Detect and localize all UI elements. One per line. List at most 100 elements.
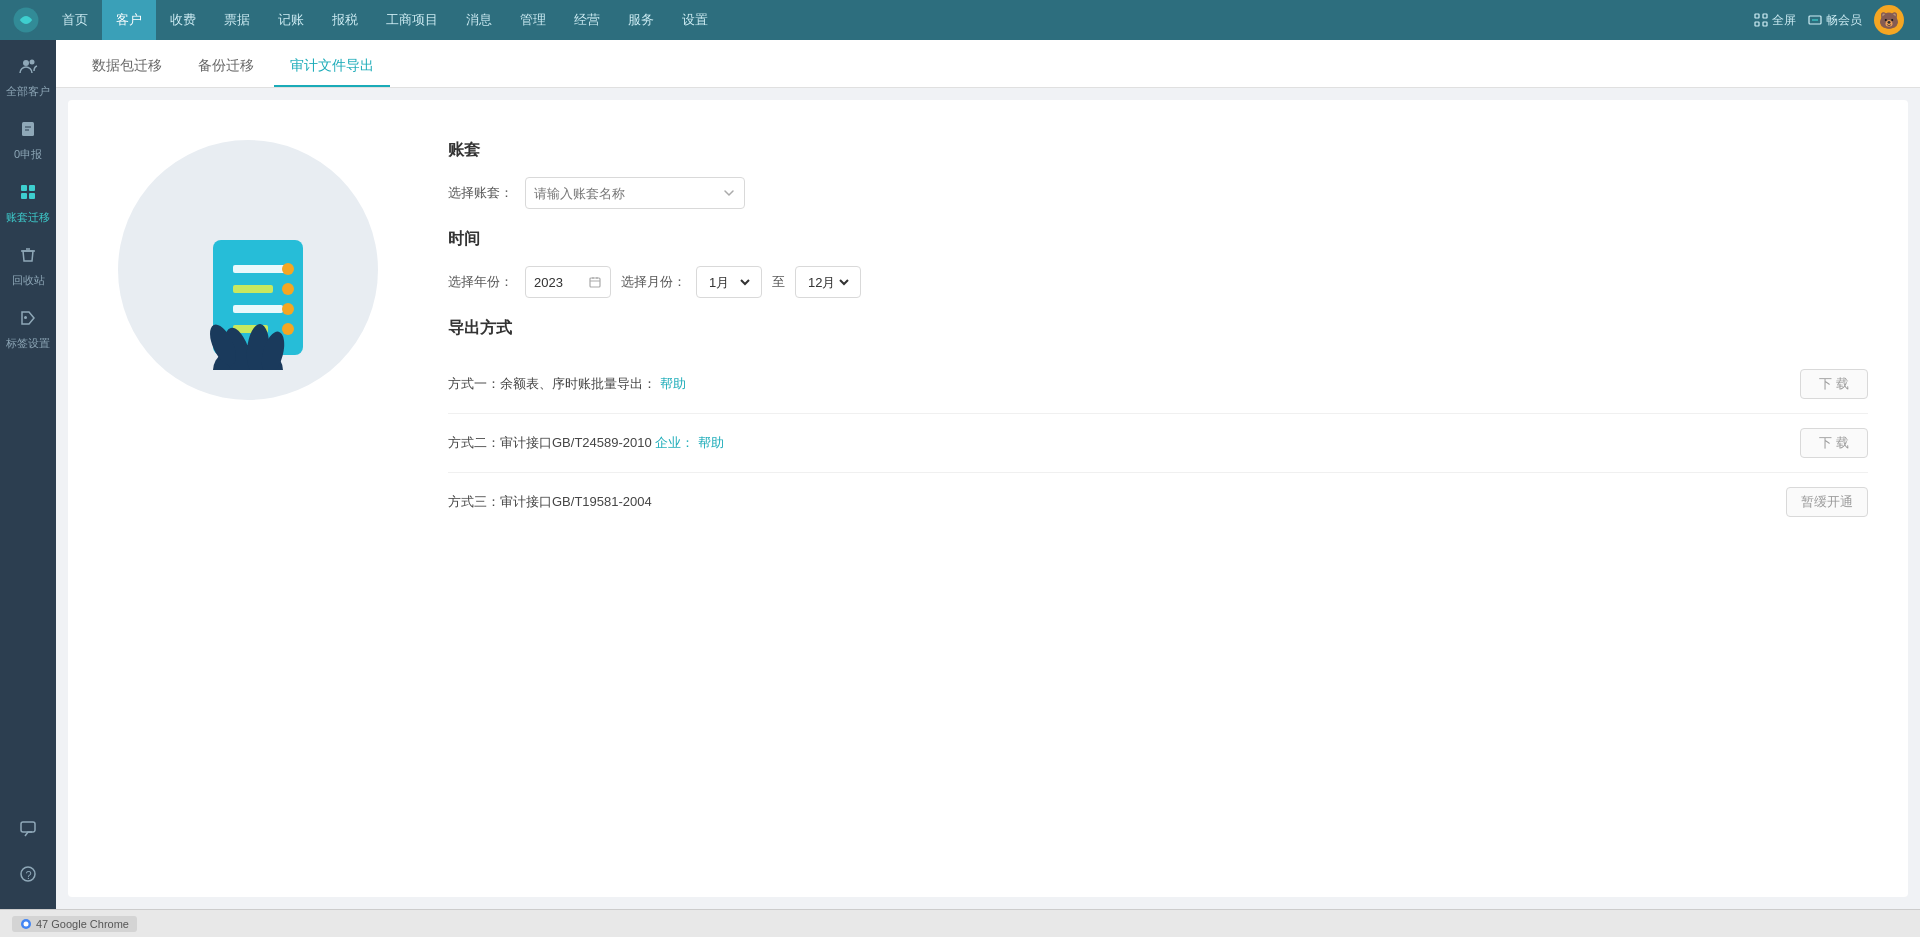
sidebar-label-all-clients: 全部客户	[6, 84, 50, 99]
method2-label: 方式二：审计接口GB/T24589-2010 企业： 帮助	[448, 434, 724, 452]
sidebar-help[interactable]: ?	[0, 856, 56, 897]
sidebar-label-account-migrate: 账套迁移	[6, 210, 50, 225]
method1-label: 方式一：余额表、序时账批量导出： 帮助	[448, 375, 686, 393]
svg-rect-8	[22, 122, 34, 136]
taskbar-chrome[interactable]: 47 Google Chrome	[12, 916, 137, 932]
svg-rect-2	[1763, 14, 1767, 18]
nav-home[interactable]: 首页	[48, 0, 102, 40]
tab-data-migrate[interactable]: 数据包迁移	[76, 45, 178, 87]
time-section-title: 时间	[448, 229, 1868, 250]
sidebar-item-account-migrate[interactable]: 账套迁移	[0, 174, 56, 233]
top-nav: 首页 客户 收费 票据 记账 报税 工商项目 消息 管理 经营 服务 设置 全屏…	[0, 0, 1920, 40]
nav-service[interactable]: 服务	[614, 0, 668, 40]
account-input[interactable]	[534, 186, 722, 201]
start-month-select[interactable]: 1月2月3月4月 5月6月7月8月 9月10月11月12月	[696, 266, 762, 298]
account-row: 选择账套：	[448, 177, 1868, 209]
svg-point-7	[30, 60, 35, 65]
sidebar-chat[interactable]	[0, 811, 56, 852]
app-logo	[8, 2, 44, 38]
sidebar-label-zero-declare: 0申报	[14, 147, 42, 162]
nav-message[interactable]: 消息	[452, 0, 506, 40]
svg-rect-10	[29, 185, 35, 191]
tab-audit-export[interactable]: 审计文件导出	[274, 45, 390, 87]
nav-billing[interactable]: 收费	[156, 0, 210, 40]
svg-point-25	[282, 323, 294, 335]
to-text: 至	[772, 273, 785, 291]
clients-icon	[18, 56, 38, 81]
main-container: 账套 选择账套： 时间 选择年份：	[108, 130, 1868, 531]
bottom-bar: 47 Google Chrome	[0, 909, 1920, 937]
export-method-1: 方式一：余额表、序时账批量导出： 帮助 下 载	[448, 355, 1868, 414]
method3-open-btn[interactable]: 暂缓开通	[1786, 487, 1868, 517]
svg-rect-14	[21, 822, 35, 832]
svg-rect-11	[21, 193, 27, 199]
nav-operation[interactable]: 经营	[560, 0, 614, 40]
method2-enterprise: 企业：	[655, 435, 694, 450]
time-controls: 选择月份： 1月2月3月4月 5月6月7月8月 9月10月11月12月 至	[525, 266, 861, 298]
account-section-title: 账套	[448, 140, 1868, 161]
sidebar-item-tag-settings[interactable]: 标签设置	[0, 300, 56, 359]
export-section: 方式一：余额表、序时账批量导出： 帮助 下 载 方式二：审计接口GB/T2458…	[448, 355, 1868, 531]
year-input[interactable]	[534, 275, 584, 290]
chevron-down-icon	[722, 186, 736, 200]
nav-tax[interactable]: 报税	[318, 0, 372, 40]
svg-rect-9	[21, 185, 27, 191]
recycle-icon	[18, 245, 38, 270]
main-layout: 全部客户 0申报 账套迁移	[0, 40, 1920, 909]
export-section-title: 导出方式	[448, 318, 1868, 339]
tag-icon	[18, 308, 38, 333]
end-month-dropdown[interactable]: 1月2月3月4月 5月6月7月8月 9月10月11月12月	[804, 274, 852, 291]
member-btn[interactable]: 畅会员	[1808, 12, 1862, 29]
form-area: 账套 选择账套： 时间 选择年份：	[448, 130, 1868, 531]
content-area: 数据包迁移 备份迁移 审计文件导出	[56, 40, 1920, 909]
svg-point-24	[282, 303, 294, 315]
method2-download-btn[interactable]: 下 载	[1800, 428, 1868, 458]
top-nav-right: 全屏 畅会员 🐻	[1754, 5, 1920, 35]
nav-client[interactable]: 客户	[102, 0, 156, 40]
tab-bar: 数据包迁移 备份迁移 审计文件导出	[56, 40, 1920, 88]
end-month-select[interactable]: 1月2月3月4月 5月6月7月8月 9月10月11月12月	[795, 266, 861, 298]
chat-icon	[18, 819, 38, 844]
svg-point-23	[282, 283, 294, 295]
sidebar-item-all-clients[interactable]: 全部客户	[0, 48, 56, 107]
fullscreen-btn[interactable]: 全屏	[1754, 12, 1796, 29]
svg-rect-18	[233, 265, 288, 273]
svg-point-13	[24, 316, 27, 319]
export-method-3: 方式三：审计接口GB/T19581-2004 暂缓开通	[448, 473, 1868, 531]
method1-download-btn[interactable]: 下 载	[1800, 369, 1868, 399]
start-month-dropdown[interactable]: 1月2月3月4月 5月6月7月8月 9月10月11月12月	[705, 274, 753, 291]
page-content: 账套 选择账套： 时间 选择年份：	[68, 100, 1908, 897]
svg-rect-12	[29, 193, 35, 199]
account-input-wrap[interactable]	[525, 177, 745, 209]
nav-invoice[interactable]: 票据	[210, 0, 264, 40]
method2-help-link[interactable]: 帮助	[698, 435, 724, 450]
svg-rect-3	[1755, 22, 1759, 26]
svg-rect-1	[1755, 14, 1759, 18]
avatar[interactable]: 🐻	[1874, 5, 1904, 35]
svg-point-22	[282, 263, 294, 275]
nav-business[interactable]: 工商项目	[372, 0, 452, 40]
sidebar-item-zero-declare[interactable]: 0申报	[0, 111, 56, 170]
illustration-circle	[118, 140, 378, 400]
nav-manage[interactable]: 管理	[506, 0, 560, 40]
help-icon: ?	[18, 864, 38, 889]
month-label: 选择月份：	[621, 273, 686, 291]
svg-point-33	[24, 921, 29, 926]
sidebar: 全部客户 0申报 账套迁移	[0, 40, 56, 909]
calendar-icon	[588, 275, 602, 289]
nav-settings[interactable]: 设置	[668, 0, 722, 40]
migrate-icon	[18, 182, 38, 207]
method1-help-link[interactable]: 帮助	[660, 376, 686, 391]
svg-text:?: ?	[26, 869, 32, 881]
tab-backup-migrate[interactable]: 备份迁移	[182, 45, 270, 87]
svg-rect-31	[590, 278, 600, 287]
nav-items: 首页 客户 收费 票据 记账 报税 工商项目 消息 管理 经营 服务 设置	[48, 0, 1754, 40]
sidebar-item-recycle[interactable]: 回收站	[0, 237, 56, 296]
year-input-wrap[interactable]	[525, 266, 611, 298]
svg-rect-19	[233, 285, 273, 293]
sidebar-label-tag-settings: 标签设置	[6, 336, 50, 351]
export-method-2: 方式二：审计接口GB/T24589-2010 企业： 帮助 下 载	[448, 414, 1868, 473]
nav-accounting[interactable]: 记账	[264, 0, 318, 40]
declare-icon	[18, 119, 38, 144]
year-label: 选择年份：	[448, 273, 513, 291]
